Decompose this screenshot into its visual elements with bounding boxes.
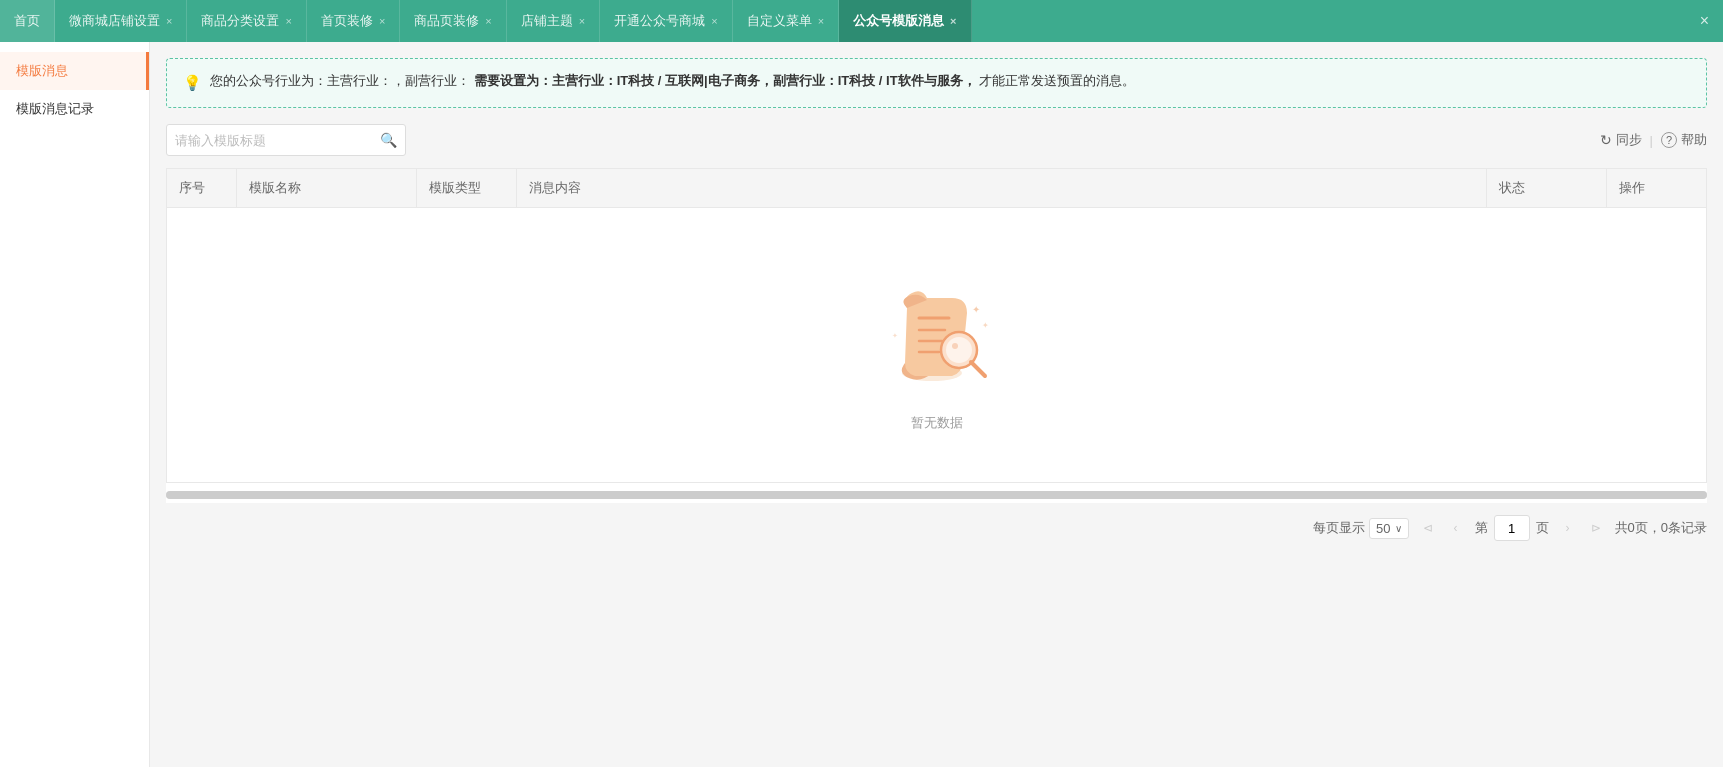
page-unit-label: 页 — [1536, 519, 1549, 537]
nav-tab-theme-label: 店铺主题 — [521, 12, 573, 30]
col-header-type: 模版类型 — [417, 169, 517, 208]
sidebar-item-template-label: 模版消息 — [16, 63, 68, 78]
nav-tab-store-theme[interactable]: 店铺主题 × — [507, 0, 600, 42]
sidebar-item-template-record[interactable]: 模版消息记录 — [0, 90, 149, 128]
nav-tab-category-settings[interactable]: 商品分类设置 × — [187, 0, 306, 42]
nav-tab-store-settings[interactable]: 微商城店铺设置 × — [55, 0, 187, 42]
help-icon: ? — [1661, 132, 1677, 148]
prev-page-button[interactable]: ‹ — [1443, 515, 1469, 541]
nav-tab-mall-label: 开通公众号商城 — [614, 12, 705, 30]
sidebar-item-template-msg[interactable]: 模版消息 — [0, 52, 149, 90]
notice-prefix: 您的公众号行业为：主营行业：，副营行业： — [210, 73, 470, 88]
empty-state-cell: ✦ ✦ ✦ 暂无数据 — [167, 208, 1707, 483]
sidebar-item-record-label: 模版消息记录 — [16, 101, 94, 116]
main-layout: 模版消息 模版消息记录 💡 您的公众号行业为：主营行业：，副营行业： 需要设置为… — [0, 42, 1723, 767]
help-button[interactable]: ? 帮助 — [1661, 131, 1707, 149]
notice-banner: 💡 您的公众号行业为：主营行业：，副营行业： 需要设置为：主营行业：IT科技 /… — [166, 58, 1707, 108]
svg-point-6 — [946, 337, 972, 363]
notice-suffix: 才能正常发送预置的消息。 — [979, 73, 1135, 88]
data-table: 序号 模版名称 模版类型 消息内容 状态 — [166, 168, 1707, 483]
page-number-input[interactable] — [1494, 515, 1530, 541]
page-size-dropdown[interactable]: 50 ∨ — [1369, 518, 1408, 539]
nav-tab-product-label: 商品页装修 — [414, 12, 479, 30]
toolbar-divider: | — [1650, 133, 1653, 148]
toolbar-right: ↻ 同步 | ? 帮助 — [1600, 131, 1707, 149]
close-category[interactable]: × — [285, 15, 291, 27]
nav-tab-open-mall[interactable]: 开通公众号商城 × — [600, 0, 732, 42]
table-header-row: 序号 模版名称 模版类型 消息内容 状态 — [167, 169, 1707, 208]
table-container: 序号 模版名称 模版类型 消息内容 状态 — [166, 168, 1707, 503]
next-page-button[interactable]: › — [1555, 515, 1581, 541]
nav-tab-store-settings-label: 微商城店铺设置 — [69, 12, 160, 30]
notice-text: 您的公众号行业为：主营行业：，副营行业： 需要设置为：主营行业：IT科技 / 互… — [210, 71, 1135, 92]
empty-state: ✦ ✦ ✦ 暂无数据 — [179, 218, 1694, 472]
svg-text:✦: ✦ — [892, 332, 898, 339]
close-mall[interactable]: × — [711, 15, 717, 27]
page-size-label: 每页显示 — [1313, 519, 1365, 537]
page-size-chevron: ∨ — [1395, 523, 1402, 534]
nav-tab-product-decor[interactable]: 商品页装修 × — [400, 0, 506, 42]
content-area: 💡 您的公众号行业为：主营行业：，副营行业： 需要设置为：主营行业：IT科技 /… — [150, 42, 1723, 767]
help-label: 帮助 — [1681, 131, 1707, 149]
close-store-settings[interactable]: × — [166, 15, 172, 27]
nav-tab-custom-menu[interactable]: 自定义菜单 × — [733, 0, 839, 42]
search-input-wrap[interactable]: 🔍 — [166, 124, 406, 156]
notice-icon: 💡 — [183, 71, 202, 95]
page-total: 共0页，0条记录 — [1615, 519, 1707, 537]
svg-text:✦: ✦ — [982, 321, 989, 330]
page-size-value: 50 — [1376, 521, 1390, 536]
first-page-button[interactable]: ⊲ — [1415, 515, 1441, 541]
col-header-content: 消息内容 — [517, 169, 1487, 208]
search-bar: 🔍 ↻ 同步 | ? 帮助 — [166, 124, 1707, 156]
empty-text: 暂无数据 — [179, 414, 1694, 432]
nav-tab-home[interactable]: 首页 — [0, 0, 55, 42]
col-header-name: 模版名称 — [237, 169, 417, 208]
sync-button[interactable]: ↻ 同步 — [1600, 131, 1642, 149]
nav-tab-template-label: 公众号模版消息 — [853, 12, 944, 30]
empty-illustration: ✦ ✦ ✦ — [877, 278, 997, 398]
nav-tab-template-message[interactable]: 公众号模版消息 × — [839, 0, 971, 42]
close-template[interactable]: × — [950, 15, 956, 27]
nav-tab-menu-label: 自定义菜单 — [747, 12, 812, 30]
sync-icon: ↻ — [1600, 132, 1612, 148]
close-menu[interactable]: × — [818, 15, 824, 27]
nav-tab-home-label: 首页 — [14, 12, 40, 30]
page-di-label: 第 — [1475, 519, 1488, 537]
svg-point-8 — [952, 343, 958, 349]
search-icon[interactable]: 🔍 — [380, 132, 397, 148]
last-page-button[interactable]: ⊳ — [1583, 515, 1609, 541]
svg-text:✦: ✦ — [972, 304, 980, 315]
nav-tab-category-label: 商品分类设置 — [201, 12, 279, 30]
close-theme[interactable]: × — [579, 15, 585, 27]
svg-line-7 — [971, 362, 985, 376]
nav-tab-homepage-decor[interactable]: 首页装修 × — [307, 0, 400, 42]
close-homepage[interactable]: × — [379, 15, 385, 27]
empty-state-row: ✦ ✦ ✦ 暂无数据 — [167, 208, 1707, 483]
top-nav: 首页 微商城店铺设置 × 商品分类设置 × 首页装修 × 商品页装修 × 店铺主… — [0, 0, 1723, 42]
page-nav: ⊲ ‹ 第 页 › ⊳ — [1415, 515, 1609, 541]
pagination-bar: 每页显示 50 ∨ ⊲ ‹ 第 页 › ⊳ 共0页，0条记录 — [166, 503, 1707, 545]
sidebar: 模版消息 模版消息记录 — [0, 42, 150, 767]
nav-tab-homepage-label: 首页装修 — [321, 12, 373, 30]
sync-label: 同步 — [1616, 131, 1642, 149]
notice-highlight: 需要设置为：主营行业：IT科技 / 互联网|电子商务，副营行业：IT科技 / I… — [474, 73, 976, 88]
close-product[interactable]: × — [485, 15, 491, 27]
col-header-action: 操作 — [1607, 169, 1707, 208]
close-all-tabs[interactable]: × — [1686, 0, 1723, 42]
page-size-select: 每页显示 50 ∨ — [1313, 518, 1408, 539]
search-input[interactable] — [175, 133, 376, 148]
scroll-thumb[interactable] — [166, 491, 1707, 499]
col-header-seq: 序号 — [167, 169, 237, 208]
col-header-status: 状态 — [1487, 169, 1607, 208]
scroll-track[interactable] — [166, 491, 1707, 499]
